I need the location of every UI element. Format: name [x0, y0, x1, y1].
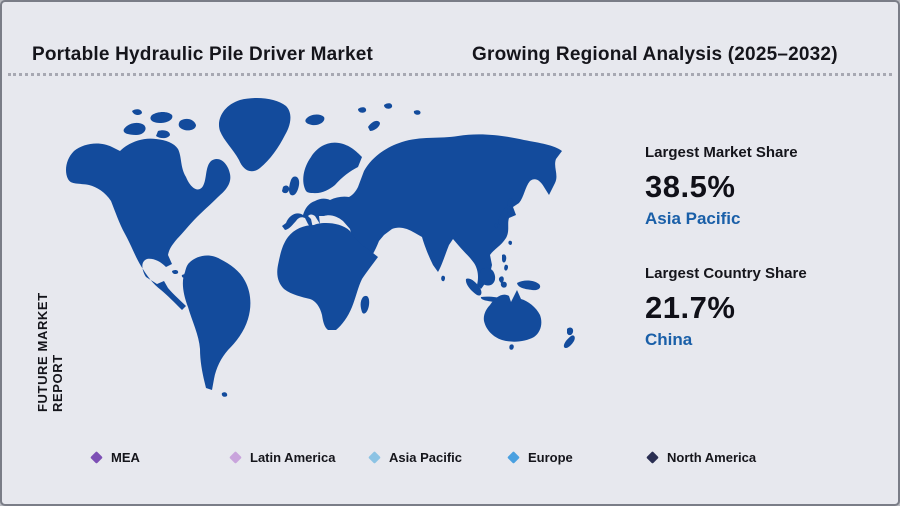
legend-label: Asia Pacific	[389, 450, 462, 465]
map-legend: MEA Latin America Asia Pacific Europe No…	[90, 450, 787, 465]
map-arctic-islands	[123, 109, 196, 139]
map-scandinavia	[303, 142, 362, 194]
stat-value: 21.7%	[645, 290, 736, 325]
map-new-zealand	[563, 327, 575, 349]
legend-item-north-america: North America	[646, 450, 787, 465]
legend-label: Europe	[528, 450, 573, 465]
legend-item-mea: MEA	[90, 450, 231, 465]
map-greenland	[218, 98, 325, 172]
world-map-landmasses	[66, 98, 575, 397]
map-philippines	[502, 240, 513, 271]
stat-region: China	[645, 330, 693, 349]
world-map	[66, 98, 575, 397]
diamond-marker-icon	[229, 451, 242, 464]
map-south-america	[172, 255, 251, 397]
infographic-canvas: Portable Hydraulic Pile Driver Market Gr…	[0, 0, 900, 506]
stat-largest-market-share: Largest Market Share 38.5% Asia Pacific	[645, 144, 885, 229]
stat-largest-country-share: Largest Country Share 21.7% China	[645, 265, 885, 350]
brand-vertical-text: FUTURE MARKET REPORT	[35, 292, 65, 412]
page-subtitle: Growing Regional Analysis (2025–2032)	[472, 44, 838, 65]
diamond-marker-icon	[368, 451, 381, 464]
legend-item-asia-pacific: Asia Pacific	[368, 450, 509, 465]
diamond-marker-icon	[90, 451, 103, 464]
legend-label: Latin America	[250, 450, 336, 465]
legend-item-latin-america: Latin America	[229, 450, 370, 465]
stat-region: Asia Pacific	[645, 209, 741, 228]
header-divider	[8, 73, 892, 76]
legend-item-europe: Europe	[507, 450, 648, 465]
diamond-marker-icon	[646, 451, 659, 464]
stat-value: 38.5%	[645, 169, 736, 204]
diamond-marker-icon	[507, 451, 520, 464]
legend-label: MEA	[111, 450, 140, 465]
page-title: Portable Hydraulic Pile Driver Market	[32, 44, 374, 65]
map-british-isles	[282, 176, 300, 196]
legend-label: North America	[667, 450, 757, 465]
stat-label: Largest Country Share	[645, 265, 807, 282]
stat-label: Largest Market Share	[645, 144, 798, 161]
map-russian-arctic-islands	[358, 103, 421, 131]
